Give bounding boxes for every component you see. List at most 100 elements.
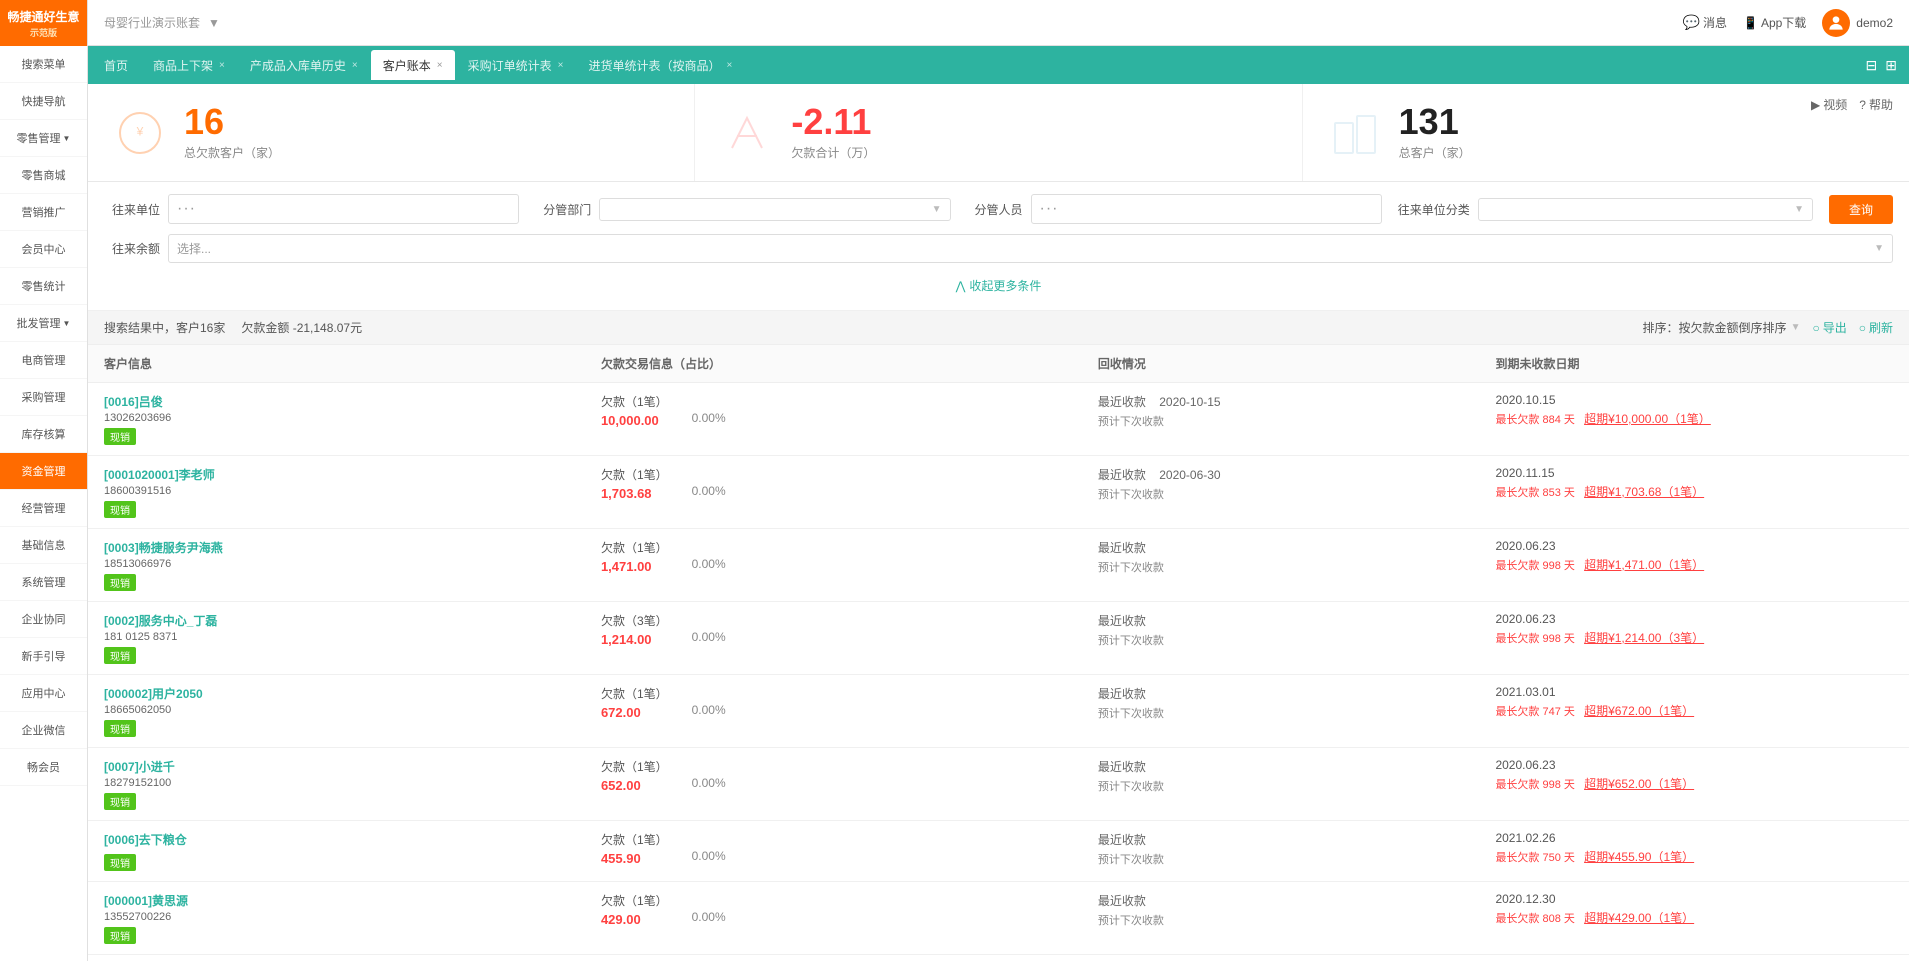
customer-name-2[interactable]: [0003]畅捷服务尹海燕 (104, 539, 601, 556)
tab-label-1: 商品上下架 (153, 57, 213, 74)
recovery-cell-5: 最近收款 预计下次收款 (1098, 758, 1496, 794)
manager-dots: ··· (1040, 200, 1059, 218)
overdue-link-6[interactable]: 超期¥455.90（1笔） (1584, 850, 1694, 864)
recovery-cell-6: 最近收款 预计下次收款 (1098, 831, 1496, 867)
sidebar-item-企业微信[interactable]: 企业微信 (0, 712, 87, 749)
customer-name-0[interactable]: [0016]吕俊 (104, 393, 601, 410)
sidebar-item-应用中心[interactable]: 应用中心 (0, 675, 87, 712)
customer-cell-1: [0001020001]李老师 18600391516 现销 (104, 466, 601, 518)
table-row-7: [000001]黄思源 13552700226 现销 欠款（1笔） 429.00… (88, 882, 1909, 955)
refresh-button[interactable]: ○ 刷新 (1859, 319, 1893, 336)
tab-close-icon-5[interactable]: × (726, 60, 732, 71)
table-row-0: [0016]吕俊 13026203696 现销 欠款（1笔） 10,000.00… (88, 383, 1909, 456)
recent-label-4: 最近收款 (1098, 685, 1496, 702)
sidebar-item-系统管理[interactable]: 系统管理 (0, 564, 87, 601)
customer-name-6[interactable]: [0006]去下粮仓 (104, 831, 601, 848)
overdue-link-5[interactable]: 超期¥652.00（1笔） (1584, 777, 1694, 791)
sidebar-item-经营管理[interactable]: 经营管理 (0, 490, 87, 527)
sidebar-item-基础信息[interactable]: 基础信息 (0, 527, 87, 564)
recovery-cell-1: 最近收款 2020-06-30 预计下次收款 (1098, 466, 1496, 502)
tab-3[interactable]: 客户账本× (371, 50, 455, 80)
tab-label-2: 产成品入库单历史 (250, 57, 346, 74)
stats-row: ¥ 16 总欠款客户（家） -2.11 欠款合计（万） (88, 84, 1909, 182)
table-row-5: [0007]小进千 18279152100 现销 欠款（1笔） 652.00 0… (88, 748, 1909, 821)
filter-area: 往来单位 ··· 分管部门 ▼ 分管人员 ··· (88, 182, 1909, 311)
help-btn[interactable]: ? 帮助 (1859, 96, 1893, 113)
stat-icon-total (1327, 105, 1383, 161)
sidebar-item-快捷导航[interactable]: 快捷导航 (0, 83, 87, 120)
recent-label-3: 最近收款 (1098, 612, 1496, 629)
customer-name-4[interactable]: [000002]用户2050 (104, 685, 601, 702)
tab-close-icon-4[interactable]: × (558, 60, 564, 71)
debt-count-7: 欠款（1笔） (601, 892, 668, 909)
recent-label-6: 最近收款 (1098, 831, 1496, 848)
sidebar-item-零售管理[interactable]: 零售管理▼ (0, 120, 87, 157)
video-icon: ▶ (1811, 98, 1820, 112)
customer-tag-7: 现销 (104, 927, 136, 944)
sidebar-item-资金管理[interactable]: 资金管理 (0, 453, 87, 490)
overdue-link-7[interactable]: 超期¥429.00（1笔） (1584, 911, 1694, 925)
sidebar-item-库存核算[interactable]: 库存核算 (0, 416, 87, 453)
message-button[interactable]: 💬 消息 (1683, 14, 1727, 31)
debt-amount-4: 672.00 (601, 705, 668, 720)
filter-source-unit: 往来单位 ··· (104, 194, 519, 224)
sidebar-item-营销推广[interactable]: 营销推广 (0, 194, 87, 231)
tab-close-icon-1[interactable]: × (219, 60, 225, 71)
manager-input[interactable]: ··· (1031, 194, 1382, 224)
customer-name-1[interactable]: [0001020001]李老师 (104, 466, 601, 483)
header-dropdown-icon[interactable]: ▼ (208, 16, 220, 30)
overdue-date-7: 2020.12.30 (1495, 892, 1893, 906)
tab-label-5: 进货单统计表（按商品） (588, 57, 720, 74)
maximize-icon[interactable]: ⊞ (1885, 57, 1897, 74)
customer-name-7[interactable]: [000001]黄思源 (104, 892, 601, 909)
minimize-icon[interactable]: ⊟ (1866, 57, 1878, 74)
tab-close-icon-3[interactable]: × (437, 60, 443, 71)
filter-row-2: 往来余额 选择... ▼ (104, 234, 1893, 263)
sidebar-item-零售统计[interactable]: 零售统计 (0, 268, 87, 305)
filter-balance: 往来余额 选择... ▼ (104, 234, 1893, 263)
sidebar-item-搜索菜单[interactable]: 搜索菜单 (0, 46, 87, 83)
app-download-button[interactable]: 📱 App下载 (1743, 14, 1806, 31)
sort-selector[interactable]: 排序：按欠款金额倒序排序 ▼ (1643, 319, 1801, 336)
tab-5[interactable]: 进货单统计表（按商品） × (576, 50, 744, 80)
sidebar-item-企业协同[interactable]: 企业协同 (0, 601, 87, 638)
source-category-select[interactable]: ▼ (1478, 198, 1813, 221)
department-select[interactable]: ▼ (599, 198, 950, 221)
debt-cell-4: 欠款（1笔） 672.00 0.00% (601, 685, 1098, 720)
sidebar-item-零售商城[interactable]: 零售商城 (0, 157, 87, 194)
overdue-link-2[interactable]: 超期¥1,471.00（1笔） (1584, 558, 1704, 572)
sidebar-item-畅会员[interactable]: 畅会员 (0, 749, 87, 786)
tab-close-icon-2[interactable]: × (352, 60, 358, 71)
query-button[interactable]: 查询 (1829, 195, 1893, 224)
sidebar-item-新手引导[interactable]: 新手引导 (0, 638, 87, 675)
overdue-date-6: 2021.02.26 (1495, 831, 1893, 845)
tab-4[interactable]: 采购订单统计表× (456, 50, 576, 80)
source-unit-input[interactable]: ··· (168, 194, 519, 224)
view-video-btn[interactable]: ▶ 视频 (1811, 96, 1847, 113)
tab-2[interactable]: 产成品入库单历史 × (238, 50, 370, 80)
overdue-cell-0: 2020.10.15 最长欠款 884 天 超期¥10,000.00（1笔） (1495, 393, 1893, 427)
sidebar-item-批发管理[interactable]: 批发管理▼ (0, 305, 87, 342)
sidebar-item-电商管理[interactable]: 电商管理 (0, 342, 87, 379)
user-info[interactable]: demo2 (1822, 9, 1893, 37)
app-name: 畅捷通好生意 (7, 8, 79, 25)
debt-count-6: 欠款（1笔） (601, 831, 668, 848)
tab-1[interactable]: 商品上下架 × (141, 50, 237, 80)
sidebar-item-采购管理[interactable]: 采购管理 (0, 379, 87, 416)
overdue-link-0[interactable]: 超期¥10,000.00（1笔） (1584, 412, 1711, 426)
overdue-link-1[interactable]: 超期¥1,703.68（1笔） (1584, 485, 1704, 499)
recent-label-5: 最近收款 (1098, 758, 1496, 775)
table-header: 客户信息 欠款交易信息（占比） 回收情况 到期未收款日期 (88, 345, 1909, 383)
overdue-link-4[interactable]: 超期¥672.00（1笔） (1584, 704, 1694, 718)
collapse-button[interactable]: ⋀ 收起更多条件 (104, 273, 1893, 298)
tab-0[interactable]: 首页 (92, 50, 140, 80)
customer-name-3[interactable]: [0002]服务中心_丁磊 (104, 612, 601, 629)
balance-select[interactable]: 选择... ▼ (168, 234, 1893, 263)
sidebar-item-会员中心[interactable]: 会员中心 (0, 231, 87, 268)
overdue-info-5: 最长欠款 998 天 超期¥652.00（1笔） (1495, 775, 1893, 792)
recovery-cell-3: 最近收款 预计下次收款 (1098, 612, 1496, 648)
overdue-link-3[interactable]: 超期¥1,214.00（3笔） (1584, 631, 1704, 645)
debt-amount-5: 652.00 (601, 778, 668, 793)
export-button[interactable]: ○ 导出 (1812, 319, 1846, 336)
customer-name-5[interactable]: [0007]小进千 (104, 758, 601, 775)
